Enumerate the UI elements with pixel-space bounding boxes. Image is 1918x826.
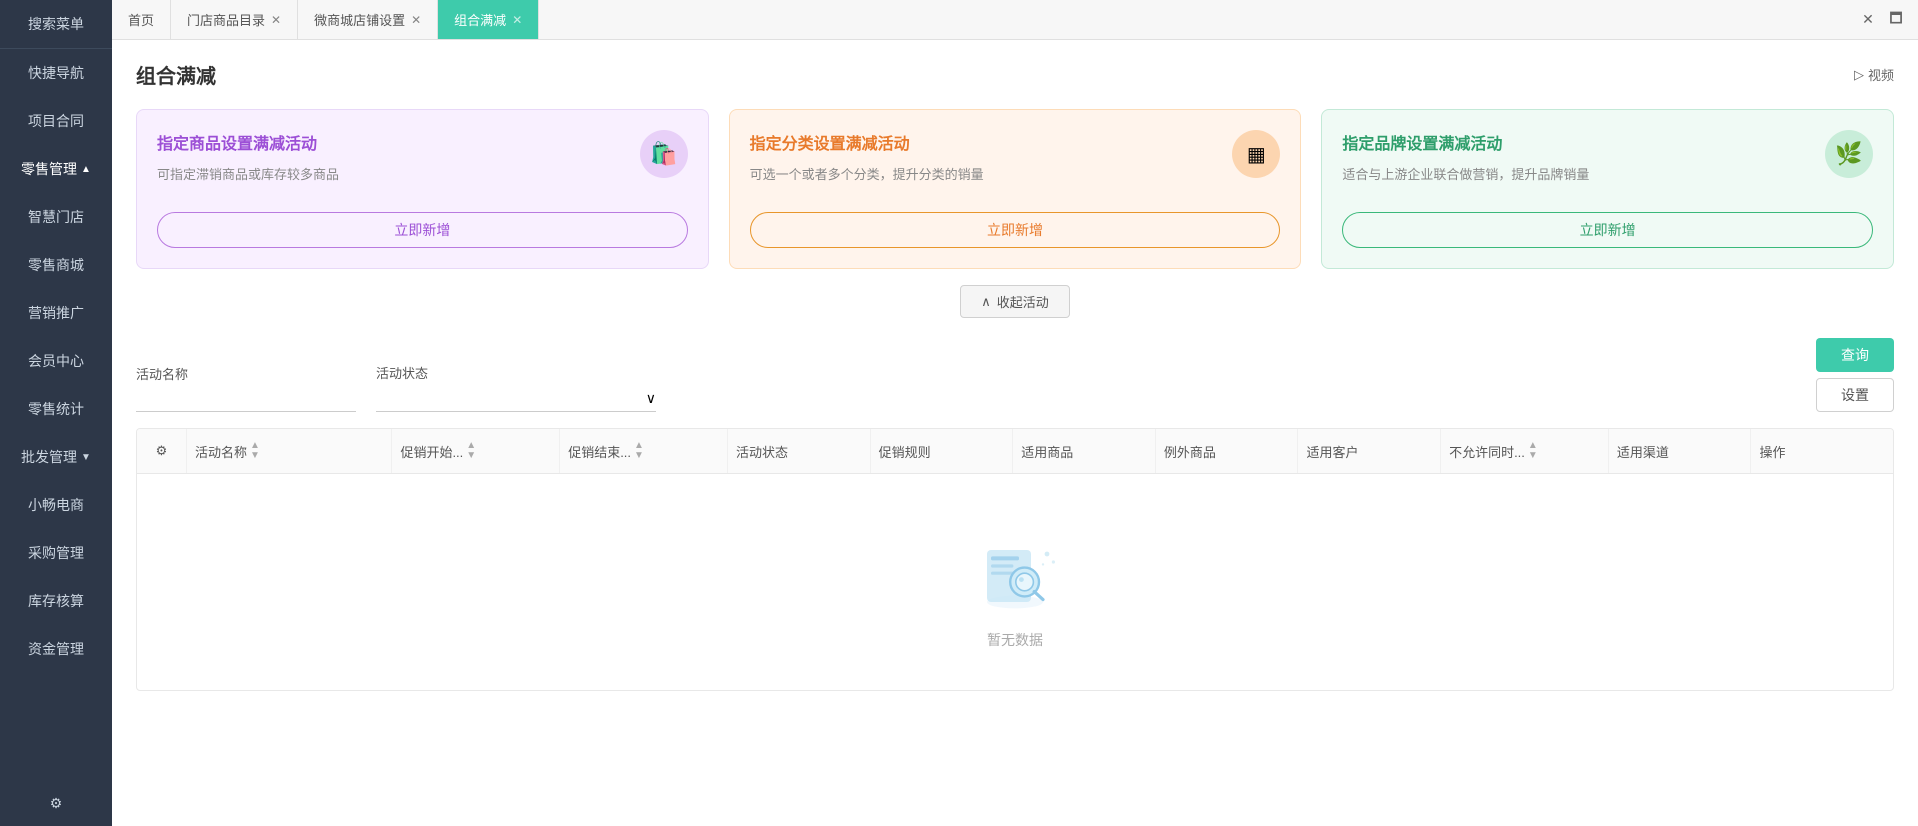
tab-controls: ✕ 🗖 (1846, 10, 1918, 30)
th-gear[interactable]: ⚙ (137, 429, 187, 473)
settings-button[interactable]: ⚙ (0, 781, 112, 826)
goods-card-icon: 🛍️ (640, 130, 688, 178)
sidebar-item-smart-store[interactable]: 智慧门店 (0, 193, 112, 241)
chevron-up-icon: ∧ (981, 294, 991, 310)
brand-card: 🌿 指定品牌设置满减活动 适合与上游企业联合做营销，提升品牌销量 立即新增 (1321, 109, 1894, 269)
page-header: 组合满减 ▷ 视频 (136, 60, 1894, 89)
search-actions: 查询 设置 (1816, 338, 1894, 412)
category-card-title: 指定分类设置满减活动 (750, 130, 1281, 154)
tab-close-combo-discount[interactable]: ✕ (512, 13, 522, 27)
tab-home[interactable]: 首页 (112, 0, 171, 39)
tab-combo-discount[interactable]: 组合满减 ✕ (438, 0, 539, 39)
gear-icon: ⚙ (50, 795, 63, 811)
th-status: 活动状态 (728, 429, 871, 473)
tab-wechat-store[interactable]: 微商城店铺设置 ✕ (298, 0, 438, 39)
table-header: ⚙ 活动名称 ▲▼ 促销开始... ▲▼ 促销结束... ▲▼ 活动状态 (137, 429, 1893, 474)
cards-row: 🛍️ 指定商品设置满减活动 可指定滞销商品或库存较多商品 立即新增 ▦ 指定分类… (136, 109, 1894, 269)
sidebar-item-finance[interactable]: 资金管理 (0, 625, 112, 673)
category-card-add-button[interactable]: 立即新增 (750, 212, 1281, 248)
tab-close-wechat-store[interactable]: ✕ (411, 13, 421, 27)
empty-illustration (965, 534, 1065, 614)
activity-status-label: 活动状态 (376, 363, 656, 382)
collapse-bar: ∧ 收起活动 (136, 285, 1894, 318)
tab-bar: 首页 门店商品目录 ✕ 微商城店铺设置 ✕ 组合满减 ✕ ✕ 🗖 (112, 0, 1918, 40)
th-action: 操作 (1751, 429, 1893, 473)
sidebar-item-inventory[interactable]: 库存核算 (0, 577, 112, 625)
sidebar-item-xiaochangec[interactable]: 小畅电商 (0, 481, 112, 529)
minimize-window-button[interactable]: 🗖 (1886, 10, 1906, 30)
tab-close-store-catalog[interactable]: ✕ (271, 13, 281, 27)
sidebar-item-quick-nav[interactable]: 快捷导航 (0, 49, 112, 97)
activity-status-field: 活动状态 ∨ (376, 363, 656, 412)
sidebar-item-marketing[interactable]: 营销推广 (0, 289, 112, 337)
sort-icon: ▲▼ (634, 441, 644, 461)
brand-card-icon: 🌿 (1825, 130, 1873, 178)
activity-status-select[interactable]: ∨ (376, 386, 656, 412)
sort-icon: ▲▼ (1528, 441, 1538, 461)
tab-store-catalog[interactable]: 门店商品目录 ✕ (171, 0, 298, 39)
sidebar-item-retail-mall[interactable]: 零售商城 (0, 241, 112, 289)
activity-name-input[interactable] (136, 387, 356, 412)
sidebar-item-purchase[interactable]: 采购管理 (0, 529, 112, 577)
category-card-desc: 可选一个或者多个分类，提升分类的销量 (750, 164, 1281, 196)
sidebar-search[interactable]: 搜索菜单 (0, 0, 112, 49)
chevron-down-icon: ▼ (81, 452, 91, 463)
th-exclude: 例外商品 (1156, 429, 1299, 473)
main-area: 首页 门店商品目录 ✕ 微商城店铺设置 ✕ 组合满减 ✕ ✕ 🗖 组合满减 ▷ … (112, 0, 1918, 826)
category-card: ▦ 指定分类设置满减活动 可选一个或者多个分类，提升分类的销量 立即新增 (729, 109, 1302, 269)
collapse-activity-button[interactable]: ∧ 收起活动 (960, 285, 1070, 318)
sidebar-item-retail-management[interactable]: 零售管理 ▲ (0, 145, 112, 193)
sidebar-item-retail-stats[interactable]: 零售统计 (0, 385, 112, 433)
goods-card: 🛍️ 指定商品设置满减活动 可指定滞销商品或库存较多商品 立即新增 (136, 109, 709, 269)
chevron-up-icon: ▲ (81, 164, 91, 175)
th-goods: 适用商品 (1013, 429, 1156, 473)
goods-card-add-button[interactable]: 立即新增 (157, 212, 688, 248)
page-content: 组合满减 ▷ 视频 🛍️ 指定商品设置满减活动 可指定滞销商品或库存较多商品 立… (112, 40, 1918, 826)
th-end[interactable]: 促销结束... ▲▼ (560, 429, 728, 473)
gear-icon: ⚙ (156, 443, 168, 459)
goods-card-title: 指定商品设置满减活动 (157, 130, 688, 154)
search-row: 活动名称 活动状态 ∨ 查询 设置 (136, 338, 1894, 412)
th-start[interactable]: 促销开始... ▲▼ (392, 429, 560, 473)
sidebar-item-project-contract[interactable]: 项目合同 (0, 97, 112, 145)
chevron-down-icon: ∨ (646, 390, 656, 407)
th-channel: 适用渠道 (1609, 429, 1752, 473)
th-rule: 促销规则 (871, 429, 1014, 473)
play-icon: ▷ (1854, 67, 1864, 83)
brand-card-add-button[interactable]: 立即新增 (1342, 212, 1873, 248)
sort-icon: ▲▼ (250, 441, 260, 461)
activity-name-label: 活动名称 (136, 364, 356, 383)
query-button[interactable]: 查询 (1816, 338, 1894, 372)
empty-text: 暂无数据 (987, 630, 1043, 650)
empty-state: 暂无数据 (137, 474, 1893, 690)
th-customer: 适用客户 (1298, 429, 1441, 473)
th-concurrent[interactable]: 不允许同时... ▲▼ (1441, 429, 1609, 473)
brand-card-desc: 适合与上游企业联合做营销，提升品牌销量 (1342, 164, 1873, 196)
close-window-button[interactable]: ✕ (1858, 10, 1878, 30)
settings-button[interactable]: 设置 (1816, 378, 1894, 412)
data-table: ⚙ 活动名称 ▲▼ 促销开始... ▲▼ 促销结束... ▲▼ 活动状态 (136, 428, 1894, 691)
video-link[interactable]: ▷ 视频 (1854, 65, 1894, 84)
page-title: 组合满减 (136, 60, 216, 89)
sort-icon: ▲▼ (466, 441, 476, 461)
sidebar: 搜索菜单 快捷导航 项目合同 零售管理 ▲ 智慧门店 零售商城 营销推广 会员中… (0, 0, 112, 826)
sidebar-item-member-center[interactable]: 会员中心 (0, 337, 112, 385)
goods-card-desc: 可指定滞销商品或库存较多商品 (157, 164, 688, 196)
brand-card-title: 指定品牌设置满减活动 (1342, 130, 1873, 154)
sidebar-item-wholesale[interactable]: 批发管理 ▼ (0, 433, 112, 481)
th-name[interactable]: 活动名称 ▲▼ (187, 429, 392, 473)
category-card-icon: ▦ (1232, 130, 1280, 178)
activity-name-field: 活动名称 (136, 364, 356, 412)
